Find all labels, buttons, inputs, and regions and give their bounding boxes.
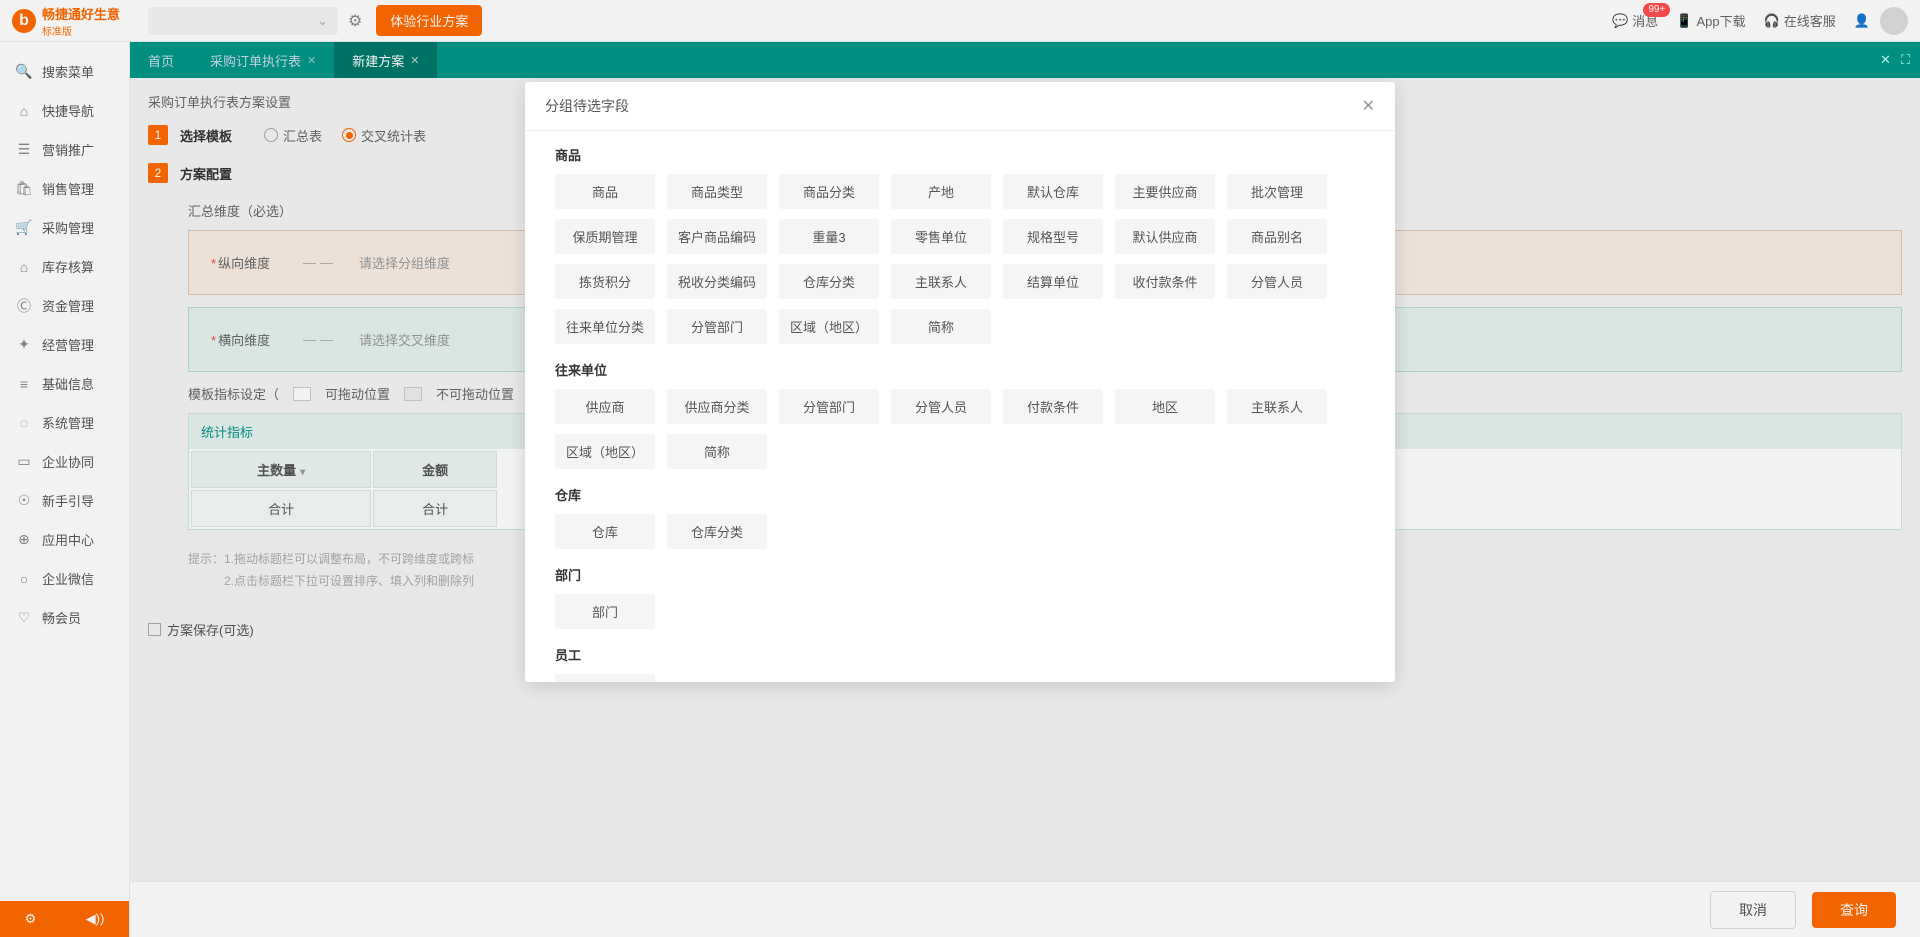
field-option[interactable]: 简称 bbox=[667, 434, 767, 469]
field-option[interactable]: 商品别名 bbox=[1227, 219, 1327, 254]
field-option[interactable]: 客户商品编码 bbox=[667, 219, 767, 254]
field-group-title: 商品 bbox=[555, 145, 1385, 164]
field-option[interactable]: 批次管理 bbox=[1227, 174, 1327, 209]
field-option[interactable]: 简称 bbox=[891, 309, 991, 344]
field-group-title: 部门 bbox=[555, 565, 1385, 584]
field-group-title: 往来单位 bbox=[555, 360, 1385, 379]
field-option[interactable]: 拣货积分 bbox=[555, 264, 655, 299]
field-option[interactable]: 供应商分类 bbox=[667, 389, 767, 424]
field-option[interactable]: 分管部门 bbox=[779, 389, 879, 424]
field-option[interactable]: 保质期管理 bbox=[555, 219, 655, 254]
field-option[interactable]: 区域（地区） bbox=[779, 309, 879, 344]
field-option[interactable]: 主联系人 bbox=[891, 264, 991, 299]
field-option[interactable]: 默认供应商 bbox=[1115, 219, 1215, 254]
field-option[interactable]: 仓库 bbox=[555, 514, 655, 549]
field-option[interactable]: 主联系人 bbox=[1227, 389, 1327, 424]
field-picker-modal: 分组待选字段 ✕ 商品商品商品类型商品分类产地默认仓库主要供应商批次管理保质期管… bbox=[525, 82, 1395, 682]
field-option[interactable]: 税收分类编码 bbox=[667, 264, 767, 299]
field-option[interactable]: 规格型号 bbox=[1003, 219, 1103, 254]
field-group-title: 仓库 bbox=[555, 485, 1385, 504]
close-icon[interactable]: ✕ bbox=[1362, 96, 1375, 116]
field-option[interactable]: 分管人员 bbox=[1227, 264, 1327, 299]
field-group-0: 商品商品商品类型商品分类产地默认仓库主要供应商批次管理保质期管理客户商品编码重量… bbox=[555, 145, 1385, 344]
field-option[interactable]: 分管人员 bbox=[891, 389, 991, 424]
field-option[interactable]: 分管部门 bbox=[667, 309, 767, 344]
field-option[interactable]: 供应商 bbox=[555, 389, 655, 424]
field-option[interactable]: 默认仓库 bbox=[1003, 174, 1103, 209]
field-option[interactable]: 商品分类 bbox=[779, 174, 879, 209]
modal-title: 分组待选字段 bbox=[545, 96, 629, 116]
field-option[interactable]: 商品 bbox=[555, 174, 655, 209]
field-group-title: 员工 bbox=[555, 645, 1385, 664]
field-option[interactable]: 区域（地区） bbox=[555, 434, 655, 469]
field-option[interactable]: 商品类型 bbox=[667, 174, 767, 209]
field-group-1: 往来单位供应商供应商分类分管部门分管人员付款条件地区主联系人区域（地区） 简称 bbox=[555, 360, 1385, 469]
field-option[interactable]: 零售单位 bbox=[891, 219, 991, 254]
field-option[interactable]: 业务员 bbox=[555, 674, 655, 682]
field-option[interactable]: 产地 bbox=[891, 174, 991, 209]
field-option[interactable]: 往来单位分类 bbox=[555, 309, 655, 344]
field-group-4: 员工业务员 bbox=[555, 645, 1385, 682]
field-group-2: 仓库仓库仓库分类 bbox=[555, 485, 1385, 549]
field-option[interactable]: 收付款条件 bbox=[1115, 264, 1215, 299]
field-option[interactable]: 重量3 bbox=[779, 219, 879, 254]
field-option[interactable]: 主要供应商 bbox=[1115, 174, 1215, 209]
field-option[interactable]: 部门 bbox=[555, 594, 655, 629]
field-option[interactable]: 仓库分类 bbox=[667, 514, 767, 549]
field-option[interactable]: 结算单位 bbox=[1003, 264, 1103, 299]
field-option[interactable]: 付款条件 bbox=[1003, 389, 1103, 424]
field-option[interactable]: 仓库分类 bbox=[779, 264, 879, 299]
field-group-3: 部门部门 bbox=[555, 565, 1385, 629]
modal-mask: 分组待选字段 ✕ 商品商品商品类型商品分类产地默认仓库主要供应商批次管理保质期管… bbox=[0, 0, 1920, 937]
field-option[interactable]: 地区 bbox=[1115, 389, 1215, 424]
